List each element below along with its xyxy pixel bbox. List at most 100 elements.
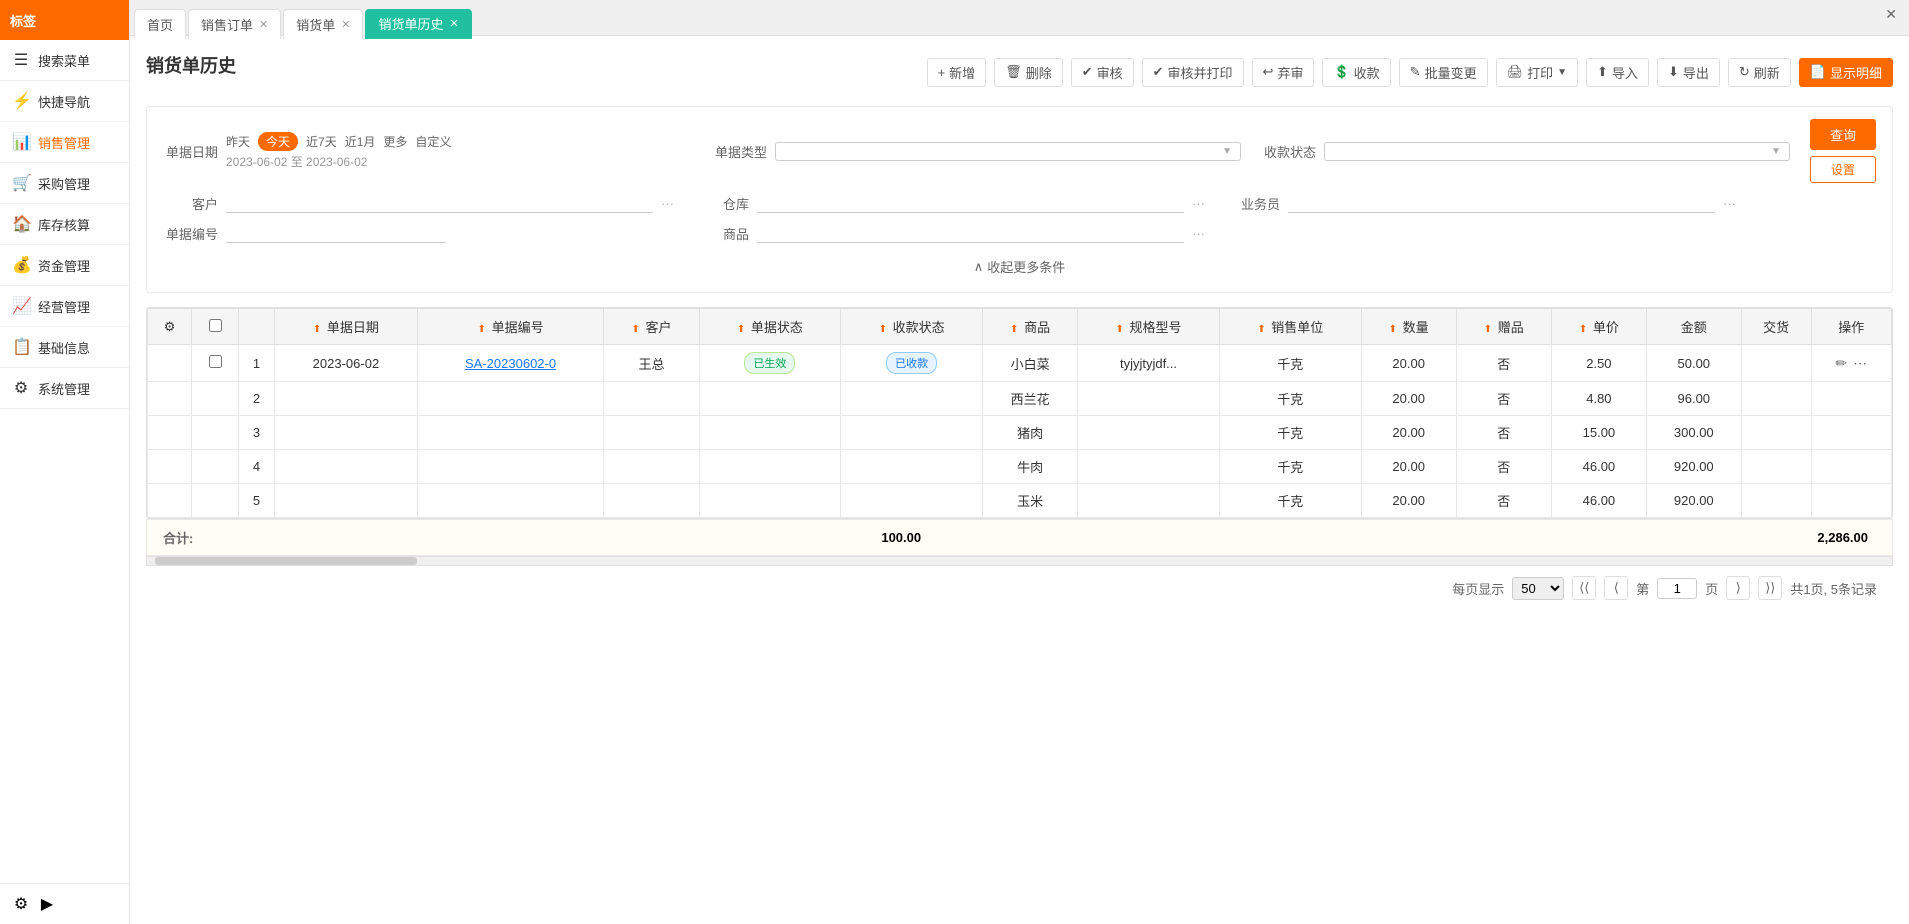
- select-all-checkbox[interactable]: [209, 319, 222, 332]
- col-gift[interactable]: ⬆ 赠品: [1456, 309, 1551, 345]
- col-spec[interactable]: ⬆ 规格型号: [1078, 309, 1220, 345]
- sidebar-item-purchase-mgmt[interactable]: 🛒 采购管理: [0, 163, 129, 204]
- show-detail-button[interactable]: 📄 显示明细: [1799, 58, 1893, 87]
- first-page-button[interactable]: ⟨⟨: [1572, 576, 1596, 600]
- window-close-icon[interactable]: ✕: [1885, 6, 1897, 29]
- date-shortcut-custom[interactable]: 自定义: [415, 133, 451, 150]
- goods-dots[interactable]: ···: [1192, 226, 1205, 241]
- col-checkbox-cell[interactable]: [192, 450, 239, 484]
- goods-input[interactable]: [757, 223, 1184, 243]
- sidebar-item-system[interactable]: ⚙ 系统管理: [0, 368, 129, 409]
- date-shortcuts: 昨天 今天 近7天 近1月 更多 自定义: [226, 132, 692, 151]
- audit-button[interactable]: ✔ 审核: [1071, 58, 1134, 87]
- abandon-label: 弃审: [1277, 63, 1303, 82]
- sidebar-item-inventory[interactable]: 🏠 库存核算: [0, 204, 129, 245]
- last-page-button[interactable]: ⟩⟩: [1758, 576, 1782, 600]
- tab-sales-delivery[interactable]: 销货单 ✕: [283, 9, 363, 39]
- tab-sales-order-close[interactable]: ✕: [259, 18, 268, 31]
- col-checkbox-cell[interactable]: [192, 484, 239, 518]
- settings-bottom-icon[interactable]: ⚙: [12, 894, 30, 914]
- date-shortcut-7days[interactable]: 近7天: [306, 133, 337, 150]
- col-actions-cell: ✏ ⋯: [1811, 345, 1891, 382]
- query-button[interactable]: 查询: [1810, 119, 1876, 150]
- payment-status-select[interactable]: ▼: [1324, 142, 1790, 161]
- doc-type-arrow-icon: ▼: [1222, 146, 1232, 157]
- collapse-button[interactable]: ∧ 收起更多条件: [974, 253, 1066, 280]
- tab-sales-history[interactable]: 销货单历史 ✕: [365, 9, 471, 39]
- row-checkbox[interactable]: [209, 355, 222, 368]
- scrollbar-thumb[interactable]: [155, 557, 417, 565]
- col-amount-cell: 50.00: [1646, 345, 1741, 382]
- col-checkbox-cell[interactable]: [192, 382, 239, 416]
- doc-number-link[interactable]: SA-20230602-0: [465, 356, 556, 371]
- col-quantity[interactable]: ⬆ 数量: [1361, 309, 1456, 345]
- sidebar-item-search-menu[interactable]: ☰ 搜索菜单: [0, 40, 129, 81]
- col-settings-cell: [148, 382, 192, 416]
- sidebar-item-quick-nav[interactable]: ⚡ 快捷导航: [0, 81, 129, 122]
- delete-icon: 🗑: [1005, 64, 1022, 80]
- col-unit-price[interactable]: ⬆ 单价: [1551, 309, 1646, 345]
- page-input[interactable]: [1657, 578, 1697, 599]
- col-customer[interactable]: ⬆ 客户: [604, 309, 699, 345]
- date-shortcut-yesterday[interactable]: 昨天: [226, 133, 250, 150]
- more-icon[interactable]: ⋯: [1853, 355, 1867, 372]
- col-doc-date[interactable]: ⬆ 单据日期: [275, 309, 418, 345]
- col-unit[interactable]: ⬆ 销售单位: [1219, 309, 1361, 345]
- sidebar-item-basic-info[interactable]: 📋 基础信息: [0, 327, 129, 368]
- next-page-button[interactable]: ⟩: [1726, 576, 1750, 600]
- warehouse-input[interactable]: [757, 193, 1184, 213]
- col-doc-date-cell: [275, 416, 418, 450]
- col-settings[interactable]: ⚙: [148, 309, 192, 345]
- export-button[interactable]: ⬇ 导出: [1657, 58, 1720, 87]
- col-doc-number[interactable]: ⬆ 单据编号: [417, 309, 604, 345]
- date-shortcut-today[interactable]: 今天: [258, 132, 298, 151]
- collect-button[interactable]: 💲 收款: [1322, 58, 1390, 87]
- date-shortcut-more[interactable]: 更多: [383, 133, 407, 150]
- salesperson-input[interactable]: [1288, 193, 1715, 213]
- audit-print-label: 审核并打印: [1168, 63, 1233, 82]
- col-settings-cell: [148, 450, 192, 484]
- filter-row-2: 客户 ··· 仓库 ··· 业务员 ···: [163, 193, 1876, 213]
- audit-print-button[interactable]: ✔ 审核并打印: [1142, 58, 1244, 87]
- edit-icon[interactable]: ✏: [1835, 355, 1847, 372]
- date-shortcut-1month[interactable]: 近1月: [345, 133, 376, 150]
- sidebar-item-operations[interactable]: 📈 经营管理: [0, 286, 129, 327]
- warehouse-dots[interactable]: ···: [1192, 196, 1205, 211]
- col-doc-date-cell: [275, 484, 418, 518]
- table-body: 1 2023-06-02 SA-20230602-0 王总 已生效 已收款 小白…: [148, 345, 1892, 518]
- import-button[interactable]: ⬆ 导入: [1586, 58, 1649, 87]
- customer-input[interactable]: [226, 193, 653, 213]
- batch-change-button[interactable]: ✎ 批量变更: [1399, 58, 1488, 87]
- print-button[interactable]: 🖨 打印 ▼: [1496, 58, 1578, 87]
- col-payment-status[interactable]: ⬆ 收款状态: [841, 309, 983, 345]
- col-goods-label: 商品: [1024, 320, 1050, 335]
- col-checkbox-cell[interactable]: [192, 345, 239, 382]
- show-detail-label: 显示明细: [1830, 63, 1882, 82]
- delete-button[interactable]: 🗑 删除: [994, 58, 1063, 87]
- doc-type-select[interactable]: ▼: [775, 142, 1241, 161]
- col-doc-status[interactable]: ⬆ 单据状态: [699, 309, 841, 345]
- abandon-icon: ↩: [1263, 64, 1274, 80]
- set-button[interactable]: 设置: [1810, 156, 1876, 183]
- col-customer-label: 客户: [645, 320, 671, 335]
- tab-sales-delivery-close[interactable]: ✕: [341, 18, 350, 31]
- tab-home[interactable]: 首页: [134, 9, 186, 39]
- col-checkbox[interactable]: [192, 309, 239, 345]
- doc-number-input[interactable]: [226, 223, 446, 243]
- inventory-icon: 🏠: [12, 214, 30, 234]
- tab-sales-order[interactable]: 销售订单 ✕: [188, 9, 281, 39]
- prev-page-button[interactable]: ⟨: [1604, 576, 1628, 600]
- sidebar-item-finance[interactable]: 💰 资金管理: [0, 245, 129, 286]
- abandon-button[interactable]: ↩ 弃审: [1252, 58, 1315, 87]
- new-button[interactable]: + 新增: [927, 58, 987, 87]
- page-size-select[interactable]: 10 20 50 100: [1512, 577, 1564, 600]
- customer-dots[interactable]: ···: [661, 196, 674, 211]
- horizontal-scrollbar[interactable]: [146, 556, 1893, 566]
- refresh-button[interactable]: ↻ 刷新: [1728, 58, 1791, 87]
- col-goods[interactable]: ⬆ 商品: [983, 309, 1078, 345]
- col-checkbox-cell[interactable]: [192, 416, 239, 450]
- collapse-icon[interactable]: ▶: [38, 894, 56, 914]
- sidebar-item-sales-mgmt[interactable]: 📊 销售管理: [0, 122, 129, 163]
- tab-sales-history-close[interactable]: ✕: [450, 17, 459, 30]
- salesperson-dots[interactable]: ···: [1723, 196, 1736, 211]
